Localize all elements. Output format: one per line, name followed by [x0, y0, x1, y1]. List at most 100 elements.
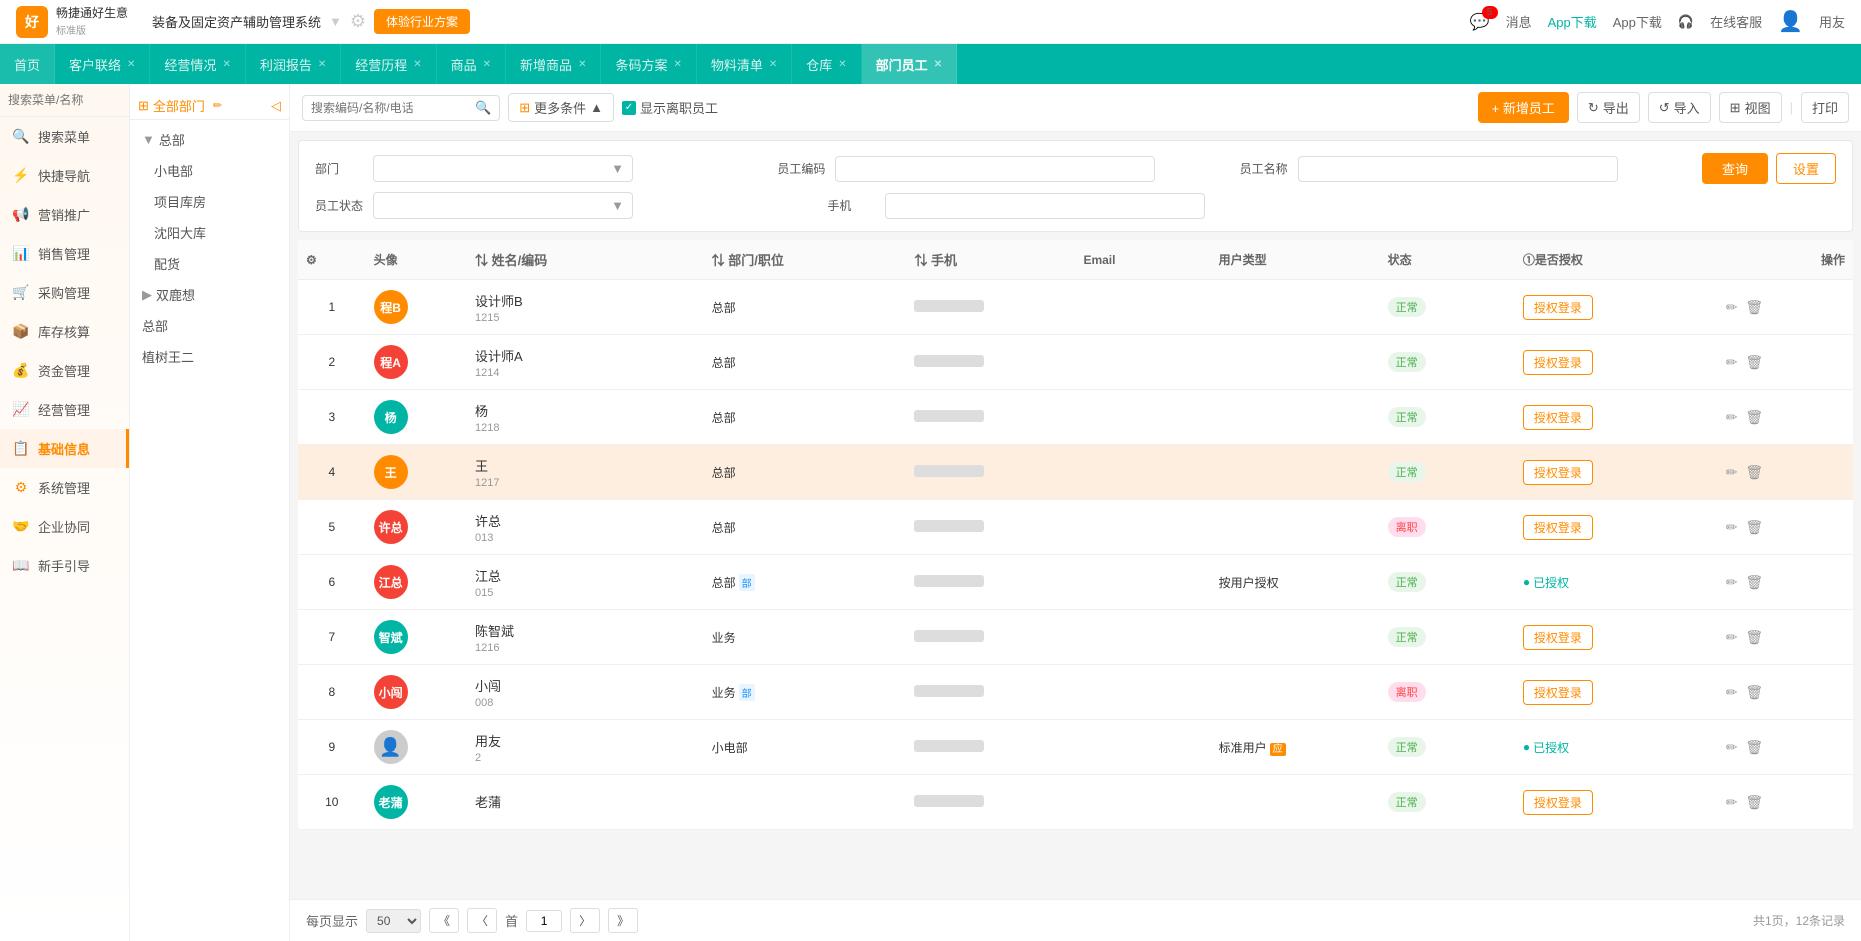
sidebar-item-inventory[interactable]: 📦 库存核算: [0, 312, 129, 351]
dept-item-syd[interactable]: 沈阳大库: [130, 217, 289, 248]
auth-button[interactable]: 授权登录: [1523, 790, 1593, 815]
close-icon[interactable]: ✕: [934, 59, 942, 70]
close-icon[interactable]: ✕: [838, 59, 846, 70]
close-icon[interactable]: ✕: [413, 59, 421, 70]
auth-button[interactable]: 授权登录: [1523, 350, 1593, 375]
sidebar-item-collaboration[interactable]: 🤝 企业协同: [0, 507, 129, 546]
edit-icon[interactable]: ✏: [1726, 629, 1738, 646]
tab-home[interactable]: 首页: [0, 44, 55, 84]
emp-code-input[interactable]: [835, 156, 1155, 182]
settings-icon[interactable]: ⚙: [350, 11, 366, 32]
delete-icon[interactable]: 🗑: [1745, 409, 1763, 426]
edit-icon[interactable]: ✏: [1726, 464, 1738, 481]
view-button[interactable]: ⊞ 视图: [1719, 92, 1782, 123]
dept-item-xdb[interactable]: 小电部: [130, 155, 289, 186]
dept-collapse-icon[interactable]: ◁: [271, 98, 281, 114]
tab-bom[interactable]: 物料清单 ✕: [697, 44, 792, 84]
auth-button[interactable]: 授权登录: [1523, 680, 1593, 705]
dept-item-xmkf[interactable]: 项目库房: [130, 186, 289, 217]
dept-select[interactable]: ▼: [373, 155, 633, 182]
per-page-select[interactable]: 50 20 100: [366, 909, 421, 933]
show-resign-checkbox[interactable]: ✓: [622, 101, 636, 115]
delete-icon[interactable]: 🗑: [1745, 299, 1763, 316]
message-icon[interactable]: 💬 5: [1470, 12, 1490, 32]
tab-customers[interactable]: 客户联络 ✕: [55, 44, 150, 84]
sidebar-item-quicknav[interactable]: ⚡ 快捷导航: [0, 156, 129, 195]
delete-icon[interactable]: 🗑: [1745, 794, 1763, 811]
online-service-icon[interactable]: 🎧: [1678, 14, 1694, 30]
sidebar-item-purchase[interactable]: 🛒 采购管理: [0, 273, 129, 312]
search-input[interactable]: [311, 101, 471, 115]
prev-page-button[interactable]: 〈: [467, 908, 497, 933]
close-icon[interactable]: ✕: [578, 59, 586, 70]
edit-icon[interactable]: ✏: [1726, 684, 1738, 701]
auth-button[interactable]: 授权登录: [1523, 460, 1593, 485]
delete-icon[interactable]: 🗑: [1745, 354, 1763, 371]
delete-icon[interactable]: 🗑: [1745, 739, 1763, 756]
reset-button[interactable]: 设置: [1776, 153, 1836, 184]
sidebar-item-management[interactable]: 📈 经营管理: [0, 390, 129, 429]
delete-icon[interactable]: 🗑: [1745, 464, 1763, 481]
close-icon[interactable]: ✕: [769, 59, 777, 70]
tab-barcode[interactable]: 条码方案 ✕: [601, 44, 696, 84]
sidebar-item-guide[interactable]: 📖 新手引导: [0, 546, 129, 585]
edit-icon[interactable]: ✏: [1726, 739, 1738, 756]
edit-icon[interactable]: ✏: [1726, 794, 1738, 811]
tab-new-goods[interactable]: 新增商品 ✕: [506, 44, 601, 84]
delete-icon[interactable]: 🗑: [1745, 629, 1763, 646]
sidebar-item-basic[interactable]: 📋 基础信息: [0, 429, 129, 468]
edit-icon[interactable]: ✏: [1726, 299, 1738, 316]
dept-item-zsw[interactable]: 植树王二: [130, 341, 289, 372]
col-dept[interactable]: ⇅ 部门/职位: [704, 240, 907, 280]
search-box[interactable]: 🔍: [302, 95, 500, 121]
query-button[interactable]: 查询: [1702, 153, 1768, 184]
auth-button[interactable]: 授权登录: [1523, 625, 1593, 650]
last-page-button[interactable]: 》: [608, 908, 638, 933]
close-icon[interactable]: ✕: [673, 59, 681, 70]
next-page-button[interactable]: 〉: [570, 908, 600, 933]
page-number-input[interactable]: [526, 910, 562, 932]
auth-button[interactable]: 授权登录: [1523, 295, 1593, 320]
tab-employees[interactable]: 部门员工 ✕: [862, 44, 957, 84]
sidebar-item-search[interactable]: 🔍 搜索菜单: [0, 117, 129, 156]
edit-icon[interactable]: ✏: [1726, 574, 1738, 591]
online-service-label[interactable]: 在线客服: [1710, 12, 1762, 31]
phone-input[interactable]: [885, 193, 1205, 219]
app-download-link[interactable]: App下载: [1548, 12, 1597, 31]
emp-name-input[interactable]: [1298, 156, 1618, 182]
sidebar-search-input[interactable]: [8, 93, 130, 107]
edit-icon[interactable]: ✏: [1726, 409, 1738, 426]
dept-item-ph[interactable]: 配货: [130, 248, 289, 279]
delete-icon[interactable]: 🗑: [1745, 684, 1763, 701]
dept-item-slx[interactable]: ▶ 双鹿想: [130, 279, 289, 310]
col-phone[interactable]: ⇅ 手机: [906, 240, 1075, 280]
close-icon[interactable]: ✕: [222, 59, 230, 70]
close-icon[interactable]: ✕: [318, 59, 326, 70]
auth-button[interactable]: 授权登录: [1523, 515, 1593, 540]
user-name[interactable]: 用友: [1819, 12, 1845, 31]
edit-icon[interactable]: ✏: [1726, 354, 1738, 371]
close-icon[interactable]: ✕: [483, 59, 491, 70]
app-download-text[interactable]: App下载: [1613, 12, 1662, 31]
tab-warehouse[interactable]: 仓库 ✕: [792, 44, 861, 84]
tab-goods[interactable]: 商品 ✕: [437, 44, 506, 84]
first-page-button[interactable]: 《: [429, 908, 459, 933]
col-name[interactable]: ⇅ 姓名/编码: [467, 240, 704, 280]
dept-item-zb[interactable]: 总部: [130, 310, 289, 341]
tab-history[interactable]: 经营历程 ✕: [341, 44, 436, 84]
sidebar-search-box[interactable]: 🔍: [0, 84, 129, 117]
col-settings[interactable]: ⚙: [298, 240, 366, 280]
delete-icon[interactable]: 🗑: [1745, 519, 1763, 536]
auth-button[interactable]: 授权登录: [1523, 405, 1593, 430]
print-button[interactable]: 打印: [1801, 92, 1849, 123]
show-resign-option[interactable]: ✓ 显示离职员工: [622, 98, 718, 117]
dept-item-head[interactable]: ▼ 总部: [130, 124, 289, 155]
sidebar-item-system[interactable]: ⚙ 系统管理: [0, 468, 129, 507]
tab-profit[interactable]: 利润报告 ✕: [246, 44, 341, 84]
import-button[interactable]: ↺ 导入: [1648, 92, 1711, 123]
tab-operations[interactable]: 经营情况 ✕: [150, 44, 245, 84]
more-filter-button[interactable]: ⊞ 更多条件 ▲: [508, 93, 614, 122]
add-employee-button[interactable]: + 新增员工: [1478, 92, 1569, 123]
edit-icon[interactable]: ✏: [1726, 519, 1738, 536]
delete-icon[interactable]: 🗑: [1745, 574, 1763, 591]
